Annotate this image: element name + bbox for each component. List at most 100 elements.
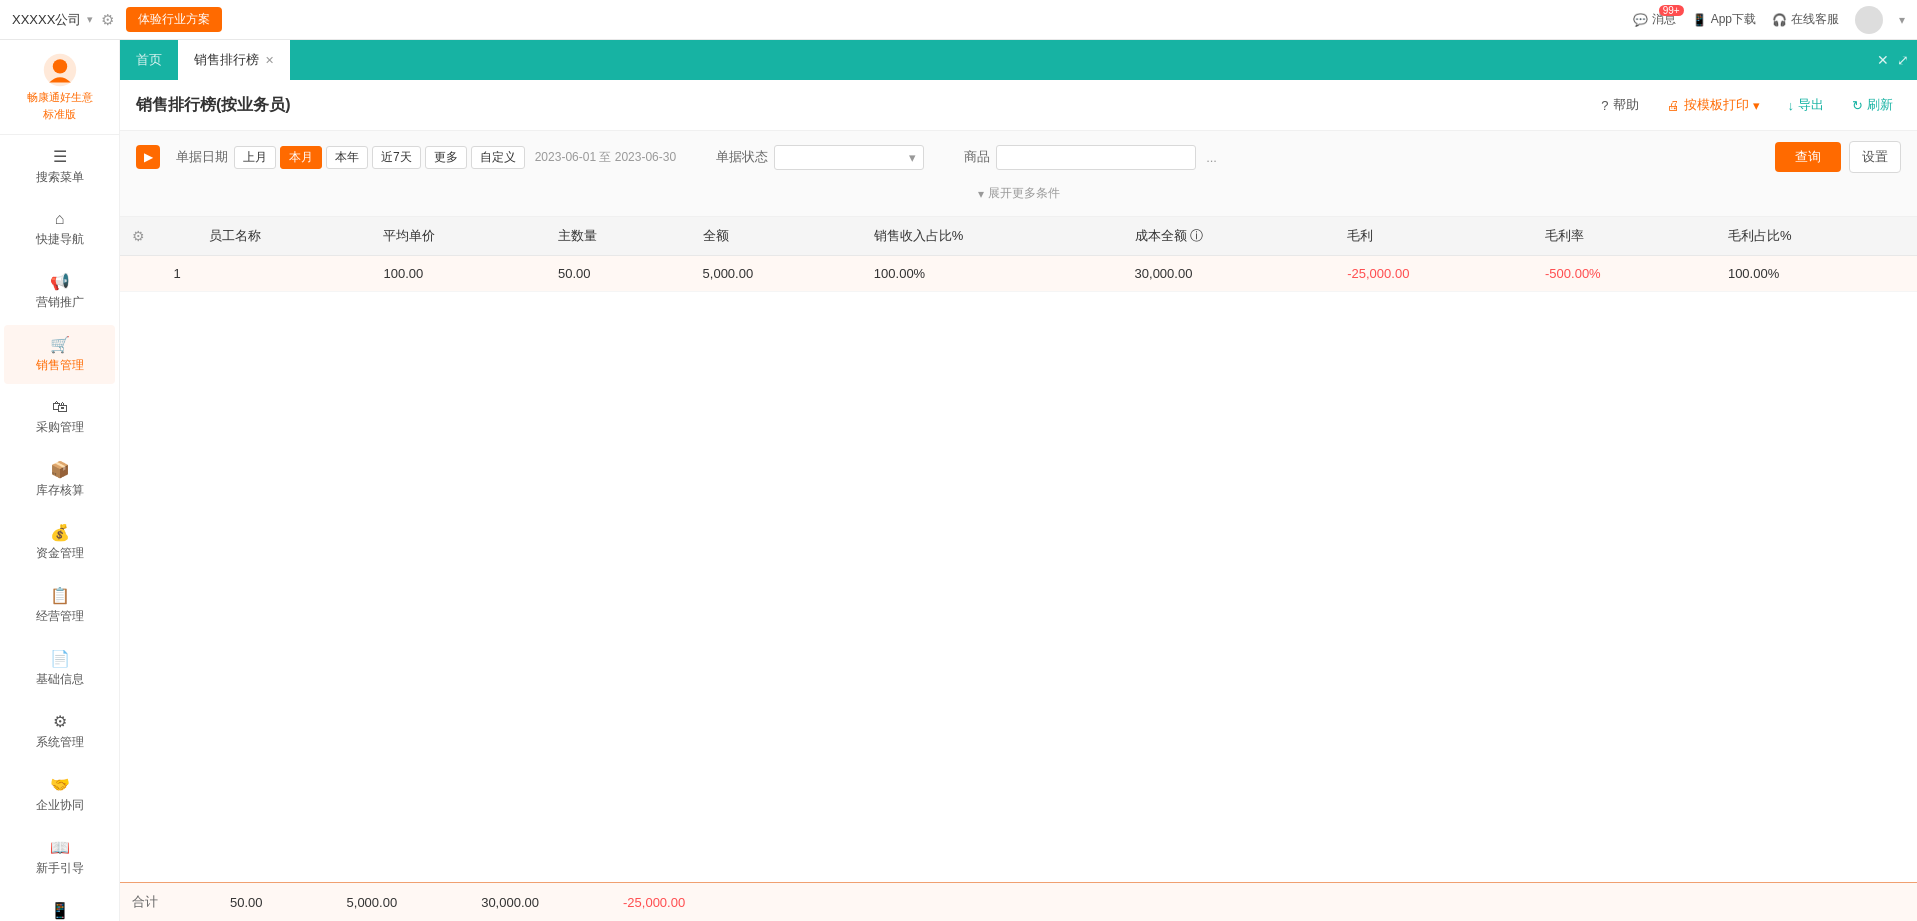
gear-icon: ⚙ — [53, 712, 67, 731]
sidebar-item-label: 新手引导 — [36, 860, 84, 877]
sidebar-item-label: 采购管理 — [36, 419, 84, 436]
sidebar: 畅康通好生意 标准版 ☰ 搜索菜单 ⌂ 快捷导航 📢 营销推广 🛒 销售管理 🛍… — [0, 40, 120, 921]
goods-input[interactable] — [996, 145, 1196, 170]
svg-point-1 — [52, 59, 66, 73]
refresh-icon: ↻ — [1852, 98, 1863, 113]
th-quantity: 主数量 — [546, 217, 691, 256]
app-icon: 📱 — [50, 901, 70, 920]
sidebar-item-label: 系统管理 — [36, 734, 84, 751]
td-gross-profit: -25,000.00 — [1335, 256, 1533, 292]
td-avg-price: 100.00 — [371, 256, 545, 292]
footer-cells: 50.00 5,000.00 30,000.00 -25,000.00 — [218, 895, 697, 910]
sidebar-item-capital-mgmt[interactable]: 💰 资金管理 — [4, 513, 115, 572]
app-download-label: App下载 — [1711, 11, 1756, 28]
tab-home[interactable]: 首页 — [120, 40, 178, 80]
online-service-label: 在线客服 — [1791, 11, 1839, 28]
tab-bar: 首页 销售排行榜 ✕ ✕ ⤢ — [120, 40, 1917, 80]
td-cost: 30,000.00 — [1123, 256, 1336, 292]
home-icon: ⌂ — [55, 210, 65, 228]
search-icon: ☰ — [53, 147, 67, 166]
sidebar-item-inventory[interactable]: 📦 库存核算 — [4, 450, 115, 509]
tab-close-all-icon[interactable]: ✕ — [1877, 52, 1889, 68]
logo-icon — [42, 52, 78, 88]
export-label: 导出 — [1798, 96, 1824, 114]
tab-sales-ranking[interactable]: 销售排行榜 ✕ — [178, 40, 290, 80]
tab-bar-right: ✕ ⤢ — [1877, 52, 1917, 68]
th-gross-margin: 毛利率 — [1533, 217, 1716, 256]
export-icon: ↓ — [1788, 98, 1795, 113]
filter-collapse-btn[interactable]: ▶ — [136, 145, 160, 169]
logo-text-line1: 畅康通好生意 — [27, 90, 93, 105]
sidebar-item-app-center[interactable]: 📱 应用中心 — [4, 891, 115, 921]
content-area: 首页 销售排行榜 ✕ ✕ ⤢ 销售排行榜(按业务员) ? 帮助 — [120, 40, 1917, 921]
goods-filter-item: 商品 ... — [964, 145, 1217, 170]
megaphone-icon: 📢 — [50, 272, 70, 291]
date-btn-last-month[interactable]: 上月 — [234, 146, 276, 169]
company-selector[interactable]: XXXXX公司 ▾ — [12, 11, 93, 29]
sidebar-item-label: 库存核算 — [36, 482, 84, 499]
collab-icon: 🤝 — [50, 775, 70, 794]
help-button[interactable]: ? 帮助 — [1593, 92, 1646, 118]
settings-button[interactable]: 设置 — [1849, 141, 1901, 173]
sidebar-item-basic-info[interactable]: 📄 基础信息 — [4, 639, 115, 698]
date-btn-custom[interactable]: 自定义 — [471, 146, 525, 169]
table-row: 1 100.00 50.00 5,000.00 100.00% 30,000.0… — [120, 256, 1917, 292]
tab-sales-ranking-label: 销售排行榜 — [194, 51, 259, 69]
sidebar-item-search-order[interactable]: ☰ 搜索菜单 — [4, 137, 115, 196]
template-print-label: 按模板打印 — [1684, 96, 1749, 114]
settings-icon[interactable]: ⚙ — [101, 11, 114, 29]
filter-bar: ▶ 单据日期 上月 本月 本年 近7天 更多 自定义 2023-06-01 至 … — [120, 131, 1917, 217]
footer-gross-profit: -25,000.00 — [611, 895, 697, 910]
data-table: ⚙ 员工名称 平均单价 主数量 全额 销售收入占比% 成本全额 ⓘ 毛利 毛利率… — [120, 217, 1917, 292]
clipboard-icon: 📋 — [50, 586, 70, 605]
money-icon: 💰 — [50, 523, 70, 542]
query-button[interactable]: 查询 — [1775, 142, 1841, 172]
date-btn-last-7-days[interactable]: 近7天 — [372, 146, 421, 169]
sidebar-item-operations-mgmt[interactable]: 📋 经营管理 — [4, 576, 115, 635]
export-button[interactable]: ↓ 导出 — [1780, 92, 1833, 118]
footer-quantity: 50.00 — [218, 895, 275, 910]
date-btn-more[interactable]: 更多 — [425, 146, 467, 169]
date-btn-this-month[interactable]: 本月 — [280, 146, 322, 169]
app-download-item[interactable]: 📱 App下载 — [1692, 11, 1756, 28]
message-item[interactable]: 💬 消息 99+ — [1633, 11, 1676, 28]
cart-icon: 🛒 — [50, 335, 70, 354]
help-icon: ? — [1601, 98, 1608, 113]
td-quantity: 50.00 — [546, 256, 691, 292]
chevron-down-icon: ▾ — [87, 13, 93, 26]
sidebar-item-system-mgmt[interactable]: ⚙ 系统管理 — [4, 702, 115, 761]
status-select[interactable] — [774, 145, 924, 170]
online-service-item[interactable]: 🎧 在线客服 — [1772, 11, 1839, 28]
th-amount: 全额 — [691, 217, 862, 256]
sidebar-item-label: 销售管理 — [36, 357, 84, 374]
app-download-icon: 📱 — [1692, 13, 1707, 27]
sidebar-item-sales-mgmt[interactable]: 🛒 销售管理 — [4, 325, 115, 384]
sidebar-item-marketing[interactable]: 📢 营销推广 — [4, 262, 115, 321]
expand-more-bar[interactable]: ▾ 展开更多条件 — [136, 181, 1901, 206]
footer-label: 合计 — [132, 893, 158, 911]
trial-button[interactable]: 体验行业方案 — [126, 7, 222, 32]
headset-icon: 🎧 — [1772, 13, 1787, 27]
refresh-button[interactable]: ↻ 刷新 — [1844, 92, 1901, 118]
refresh-label: 刷新 — [1867, 96, 1893, 114]
table-header-row: ⚙ 员工名称 平均单价 主数量 全额 销售收入占比% 成本全额 ⓘ 毛利 毛利率… — [120, 217, 1917, 256]
sidebar-item-enterprise-collab[interactable]: 🤝 企业协同 — [4, 765, 115, 824]
tab-restore-icon[interactable]: ⤢ — [1897, 52, 1909, 68]
help-label: 帮助 — [1613, 96, 1639, 114]
sidebar-item-new-user-guide[interactable]: 📖 新手引导 — [4, 828, 115, 887]
expand-more-label: 展开更多条件 — [988, 185, 1060, 202]
date-btn-this-year[interactable]: 本年 — [326, 146, 368, 169]
th-employee: 员工名称 — [197, 217, 371, 256]
status-filter-item: 单据状态 — [716, 145, 924, 170]
goods-label: 商品 — [964, 148, 990, 166]
avatar[interactable] — [1855, 6, 1883, 34]
td-settings — [120, 256, 157, 292]
sidebar-item-purchase-mgmt[interactable]: 🛍 采购管理 — [4, 388, 115, 446]
sidebar-item-quick-nav[interactable]: ⌂ 快捷导航 — [4, 200, 115, 258]
sidebar-item-label: 资金管理 — [36, 545, 84, 562]
message-icon: 💬 — [1633, 13, 1648, 27]
table-footer: 合计 50.00 5,000.00 30,000.00 -25,000.00 — [120, 882, 1917, 921]
status-select-wrapper[interactable] — [774, 145, 924, 170]
tab-close-icon[interactable]: ✕ — [265, 54, 274, 67]
template-print-button[interactable]: 🖨 按模板打印 ▾ — [1659, 92, 1768, 118]
